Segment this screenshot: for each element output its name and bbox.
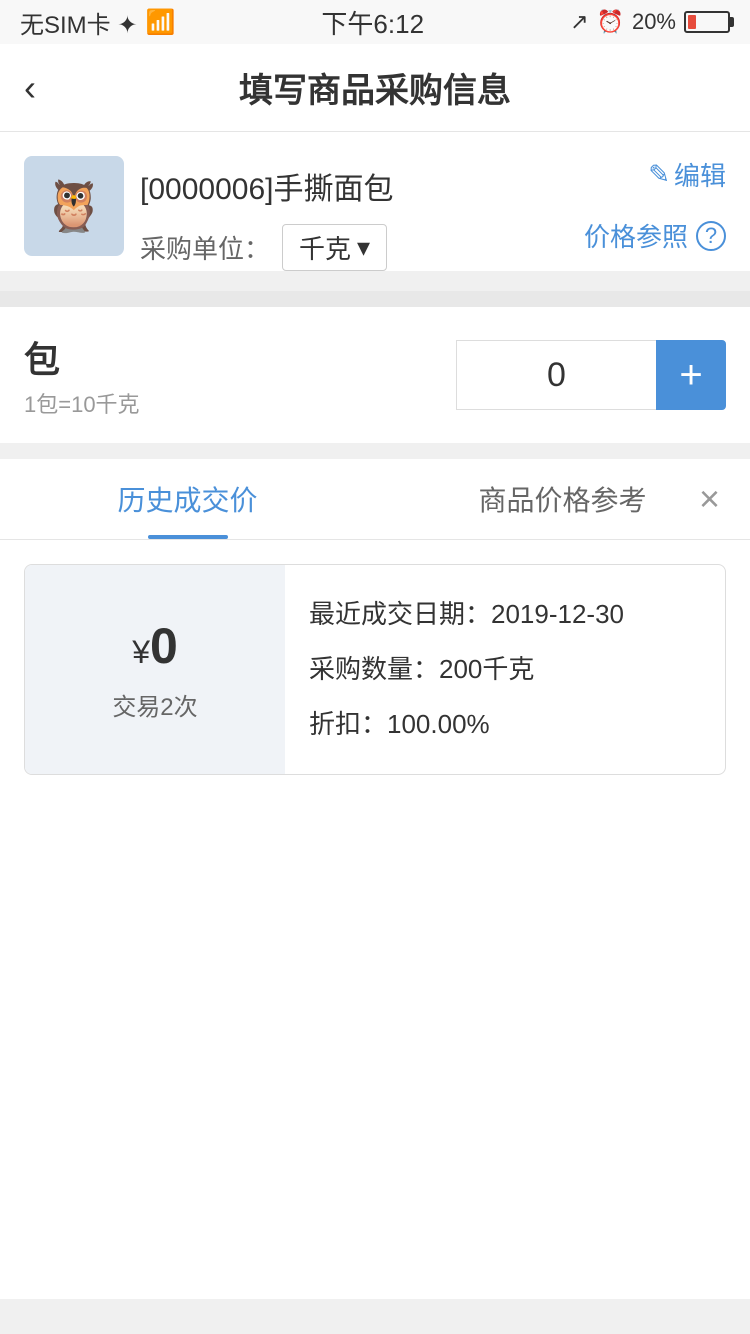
location-icon: ↗	[570, 9, 588, 35]
time-display: 下午6:12	[321, 4, 424, 41]
tab-price-reference[interactable]: 商品价格参考	[375, 459, 750, 539]
purchase-qty-value: 200千克	[439, 654, 534, 684]
latest-date-label: 最近成交日期：	[309, 599, 491, 629]
quantity-input[interactable]: 0	[456, 340, 656, 410]
price-value: 0	[150, 618, 178, 674]
quantity-unit-sub: 1包=10千克	[24, 387, 140, 419]
quantity-control: 0 +	[456, 340, 726, 410]
product-info: [0000006]手撕面包 采购单位： 千克 ▾	[140, 156, 393, 271]
card-details-section: 最近成交日期：2019-12-30 采购数量：200千克 折扣：100.00%	[285, 565, 725, 774]
quantity-plus-button[interactable]: +	[656, 340, 726, 410]
quantity-label: 包 1包=10千克	[24, 331, 140, 419]
status-left: 无SIM卡 ✦ 📶	[20, 5, 175, 40]
discount-row: 折扣：100.00%	[309, 705, 701, 744]
tab-bar: 历史成交价 商品价格参考 ×	[0, 459, 750, 540]
product-right: ✎ 编辑 价格参照 ?	[584, 156, 726, 254]
purchase-qty-label: 采购数量：	[309, 654, 439, 684]
quantity-value: 0	[547, 356, 566, 395]
card-price-display: ¥0	[132, 617, 178, 675]
back-button[interactable]: ‹	[24, 67, 36, 109]
tab-history-price[interactable]: 历史成交价	[0, 459, 375, 539]
carrier-text: 无SIM卡 ✦	[20, 5, 137, 40]
alarm-icon: ⏰	[597, 9, 624, 35]
product-left: 🦉 [0000006]手撕面包 采购单位： 千克 ▾	[24, 156, 393, 271]
tab-history-label: 历史成交价	[117, 479, 257, 519]
edit-button[interactable]: ✎ 编辑	[648, 156, 726, 193]
battery-percent: 20%	[632, 9, 676, 35]
quantity-unit-big: 包	[24, 331, 140, 383]
purchase-qty-row: 采购数量：200千克	[309, 650, 701, 689]
discount-value: 100.00%	[387, 709, 490, 739]
product-section: 🦉 [0000006]手撕面包 采购单位： 千克 ▾ ✎ 编辑 价格参照	[0, 132, 750, 271]
edit-icon: ✎	[648, 159, 670, 190]
price-symbol: ¥	[132, 634, 150, 670]
quantity-row: 包 1包=10千克 0 +	[0, 307, 750, 443]
trade-count: 交易2次	[112, 687, 197, 722]
unit-arrow-icon: ▾	[357, 232, 370, 263]
bottom-area	[0, 799, 750, 1299]
discount-label: 折扣：	[309, 709, 387, 739]
wifi-icon: 📶	[145, 8, 175, 37]
unit-value: 千克	[299, 229, 351, 266]
page-title: 填写商品采购信息	[239, 63, 511, 112]
battery-icon	[684, 11, 730, 33]
product-unit-row: 采购单位： 千克 ▾	[140, 224, 393, 271]
edit-label: 编辑	[674, 156, 726, 193]
tab-active-indicator	[148, 535, 228, 539]
product-name: [0000006]手撕面包	[140, 164, 393, 208]
card-price-section: ¥0 交易2次	[25, 565, 285, 774]
unit-selector[interactable]: 千克 ▾	[282, 224, 387, 271]
price-ref-label: 价格参照	[584, 217, 688, 254]
status-bar: 无SIM卡 ✦ 📶 下午6:12 ↗ ⏰ 20%	[0, 0, 750, 44]
tab-reference-label: 商品价格参考	[478, 479, 646, 519]
history-card: ¥0 交易2次 最近成交日期：2019-12-30 采购数量：200千克 折扣：…	[24, 564, 726, 775]
product-header: 🦉 [0000006]手撕面包 采购单位： 千克 ▾ ✎ 编辑 价格参照	[24, 156, 726, 271]
latest-date-row: 最近成交日期：2019-12-30	[309, 595, 701, 634]
status-right: ↗ ⏰ 20%	[570, 9, 730, 35]
tab-close-button[interactable]: ×	[699, 478, 720, 520]
product-image: 🦉	[24, 156, 124, 256]
section-divider	[0, 291, 750, 307]
latest-date-value: 2019-12-30	[491, 599, 624, 629]
unit-label: 采购单位：	[140, 229, 270, 266]
product-thumbnail-icon: 🦉	[43, 177, 105, 236]
price-ref-button[interactable]: 价格参照 ?	[584, 217, 726, 254]
price-ref-help-icon: ?	[696, 221, 726, 251]
nav-bar: ‹ 填写商品采购信息	[0, 44, 750, 132]
card-container: ¥0 交易2次 最近成交日期：2019-12-30 采购数量：200千克 折扣：…	[0, 540, 750, 799]
